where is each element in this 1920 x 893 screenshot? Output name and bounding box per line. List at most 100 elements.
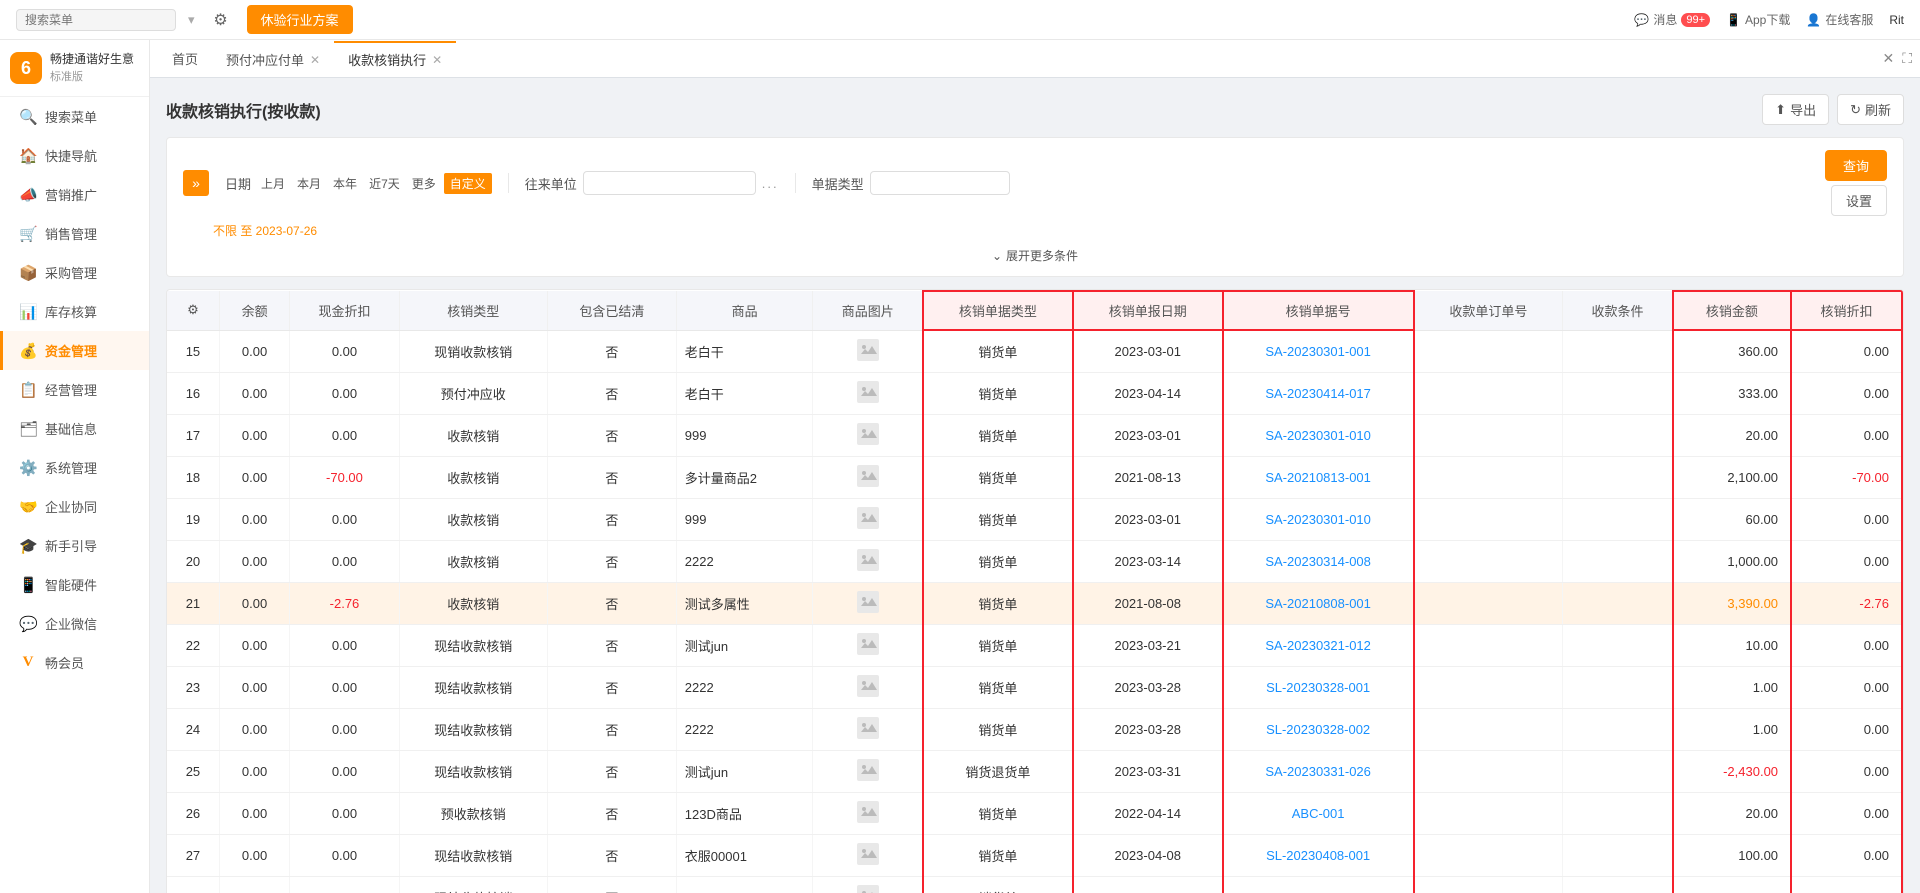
settings-gear-icon[interactable]: ⚙ [207,6,235,34]
col-cash-discount: 现金折扣 [290,291,399,330]
sidebar-item-wechat[interactable]: 💬 企业微信 [0,604,149,643]
tab-prepay-close[interactable]: ✕ [310,53,320,67]
cell-verify-bill-no[interactable]: SA-20230331-026 [1223,750,1414,792]
cell-verify-discount: 0.00 [1791,750,1902,792]
date-opt-this-month[interactable]: 本月 [293,173,325,194]
app-download[interactable]: 📱 App下载 [1726,11,1790,28]
sidebar-label-basic: 基础信息 [45,419,97,438]
sidebar-item-hardware[interactable]: 📱 智能硬件 [0,565,149,604]
cell-product: 测试多属性 [676,582,813,624]
date-opt-more[interactable]: 更多 [408,173,440,194]
bill-no-link[interactable]: SA-20230414-017 [1265,386,1371,401]
guide-icon: 🎓 [19,537,37,555]
cell-include-settled: 否 [547,582,676,624]
cell-id: 23 [167,666,219,708]
tab-close-icon[interactable]: ✕ [1882,50,1894,67]
from-unit-input[interactable] [583,171,756,195]
cell-verify-type: 现结收款核销 [399,666,547,708]
sidebar-item-shortcut[interactable]: 🏠 快捷导航 [0,136,149,175]
bill-no-link[interactable]: SA-20230314-008 [1265,554,1371,569]
cell-receipt-order-no [1414,414,1563,456]
sidebar-item-enterprise[interactable]: 🤝 企业协同 [0,487,149,526]
bill-type-select[interactable] [870,171,1010,195]
sidebar-item-operation[interactable]: 📋 经营管理 [0,370,149,409]
cell-verify-bill-type: 销货单 [923,708,1073,750]
cell-verify-bill-no[interactable]: SA-20210808-001 [1223,582,1414,624]
cell-verify-bill-no[interactable]: SA-20210813-001 [1223,456,1414,498]
filter-expand-arrow[interactable]: » [183,170,209,196]
industry-btn[interactable]: 休验行业方案 [247,5,353,34]
cell-verify-bill-no[interactable]: SA-20230414-017 [1223,372,1414,414]
cell-verify-amount: 10.00 [1673,624,1791,666]
cell-include-settled: 否 [547,498,676,540]
bill-no-link[interactable]: SL-20230328-002 [1266,722,1370,737]
dropdown-arrow-icon[interactable]: ▾ [188,12,195,28]
cell-verify-bill-no[interactable]: SA-20230301-010 [1223,498,1414,540]
cell-verify-bill-no[interactable]: SA-20230301-001 [1223,330,1414,372]
cell-verify-discount: 0.00 [1791,414,1902,456]
bill-no-link[interactable]: SA-20210813-001 [1265,470,1371,485]
top-search-input[interactable] [16,9,176,31]
export-btn[interactable]: ⬆ 导出 [1762,94,1829,125]
cell-product-image [813,624,923,666]
sidebar-item-member[interactable]: V 畅会员 [0,643,149,682]
cell-verify-bill-no[interactable]: SL-20230418-001 [1223,876,1414,893]
bill-no-link[interactable]: SA-20230301-010 [1265,512,1371,527]
bill-no-link[interactable]: ABC-001 [1292,806,1345,821]
date-opt-this-year[interactable]: 本年 [329,173,361,194]
refresh-btn[interactable]: ↻ 刷新 [1837,94,1904,125]
query-btn[interactable]: 查询 [1825,150,1887,181]
date-opt-last7[interactable]: 近7天 [365,173,404,194]
bill-no-link[interactable]: SA-20230301-001 [1265,344,1371,359]
col-settings[interactable]: ⚙ [167,291,219,330]
date-label: 日期 [225,174,251,193]
cell-include-settled: 否 [547,750,676,792]
tab-verify-close[interactable]: ✕ [432,53,442,67]
tab-verify[interactable]: 收款核销执行 ✕ [334,41,456,76]
filter-settings-btn[interactable]: 设置 [1831,185,1887,216]
bill-no-link[interactable]: SL-20230408-001 [1266,848,1370,863]
cell-receipt-condition [1563,708,1673,750]
tab-home[interactable]: 首页 [158,42,212,75]
cell-product: 2222 [676,708,813,750]
col-product: 商品 [676,291,813,330]
bill-no-link[interactable]: SA-20230321-012 [1265,638,1371,653]
cell-verify-bill-no[interactable]: SA-20230301-010 [1223,414,1414,456]
sidebar-item-sales[interactable]: 🛒 销售管理 [0,214,149,253]
sidebar-item-basic[interactable]: 🗂 基础信息 [0,409,149,448]
bill-no-link[interactable]: SL-20230328-001 [1266,680,1370,695]
cell-receipt-order-no [1414,708,1563,750]
cell-verify-bill-no[interactable]: SL-20230328-002 [1223,708,1414,750]
sidebar-item-guide[interactable]: 🎓 新手引导 [0,526,149,565]
expand-more-btn[interactable]: ⌄ 展开更多条件 [992,247,1078,264]
cell-verify-bill-no[interactable]: SA-20230321-012 [1223,624,1414,666]
cell-verify-type: 预付冲应收 [399,372,547,414]
table-row: 17 0.00 0.00 收款核销 否 999 销货单 2023-03-01 S… [167,414,1902,456]
sidebar-label-finance: 资金管理 [45,341,97,360]
tab-prepay[interactable]: 预付冲应付单 ✕ [212,41,334,76]
cell-verify-bill-no[interactable]: SA-20230314-008 [1223,540,1414,582]
bill-no-link[interactable]: SA-20230331-026 [1265,764,1371,779]
bill-no-link[interactable]: SA-20210808-001 [1265,596,1371,611]
cell-verify-bill-no[interactable]: SL-20230328-001 [1223,666,1414,708]
bill-no-link[interactable]: SA-20230301-010 [1265,428,1371,443]
online-service[interactable]: 👤 在线客服 [1806,11,1873,28]
tab-expand-icon[interactable]: ⛶ [1902,50,1912,67]
cell-receipt-order-no [1414,498,1563,540]
cell-verify-bill-date: 2023-03-28 [1073,666,1223,708]
date-opt-custom[interactable]: 自定义 [444,173,492,194]
main-area: 首页 预付冲应付单 ✕ 收款核销执行 ✕ ✕ ⛶ 收款核销执行(按收款) [150,40,1920,893]
sidebar-item-finance[interactable]: 💰 资金管理 [0,331,149,370]
message-icon[interactable]: 💬 消息 99+ [1634,11,1710,28]
cell-receipt-condition [1563,330,1673,372]
cell-verify-bill-type: 销货单 [923,666,1073,708]
sidebar-item-search[interactable]: 🔍 搜索菜单 [0,97,149,136]
sidebar-item-system[interactable]: ⚙️ 系统管理 [0,448,149,487]
bill-no-link[interactable]: SL-20230418-001 [1266,890,1370,893]
cell-verify-bill-no[interactable]: SL-20230408-001 [1223,834,1414,876]
sidebar-item-purchase[interactable]: 📦 采购管理 [0,253,149,292]
sidebar-item-marketing[interactable]: 📣 营销推广 [0,175,149,214]
sidebar-item-inventory[interactable]: 📊 库存核算 [0,292,149,331]
cell-verify-bill-no[interactable]: ABC-001 [1223,792,1414,834]
date-opt-last-month[interactable]: 上月 [257,173,289,194]
